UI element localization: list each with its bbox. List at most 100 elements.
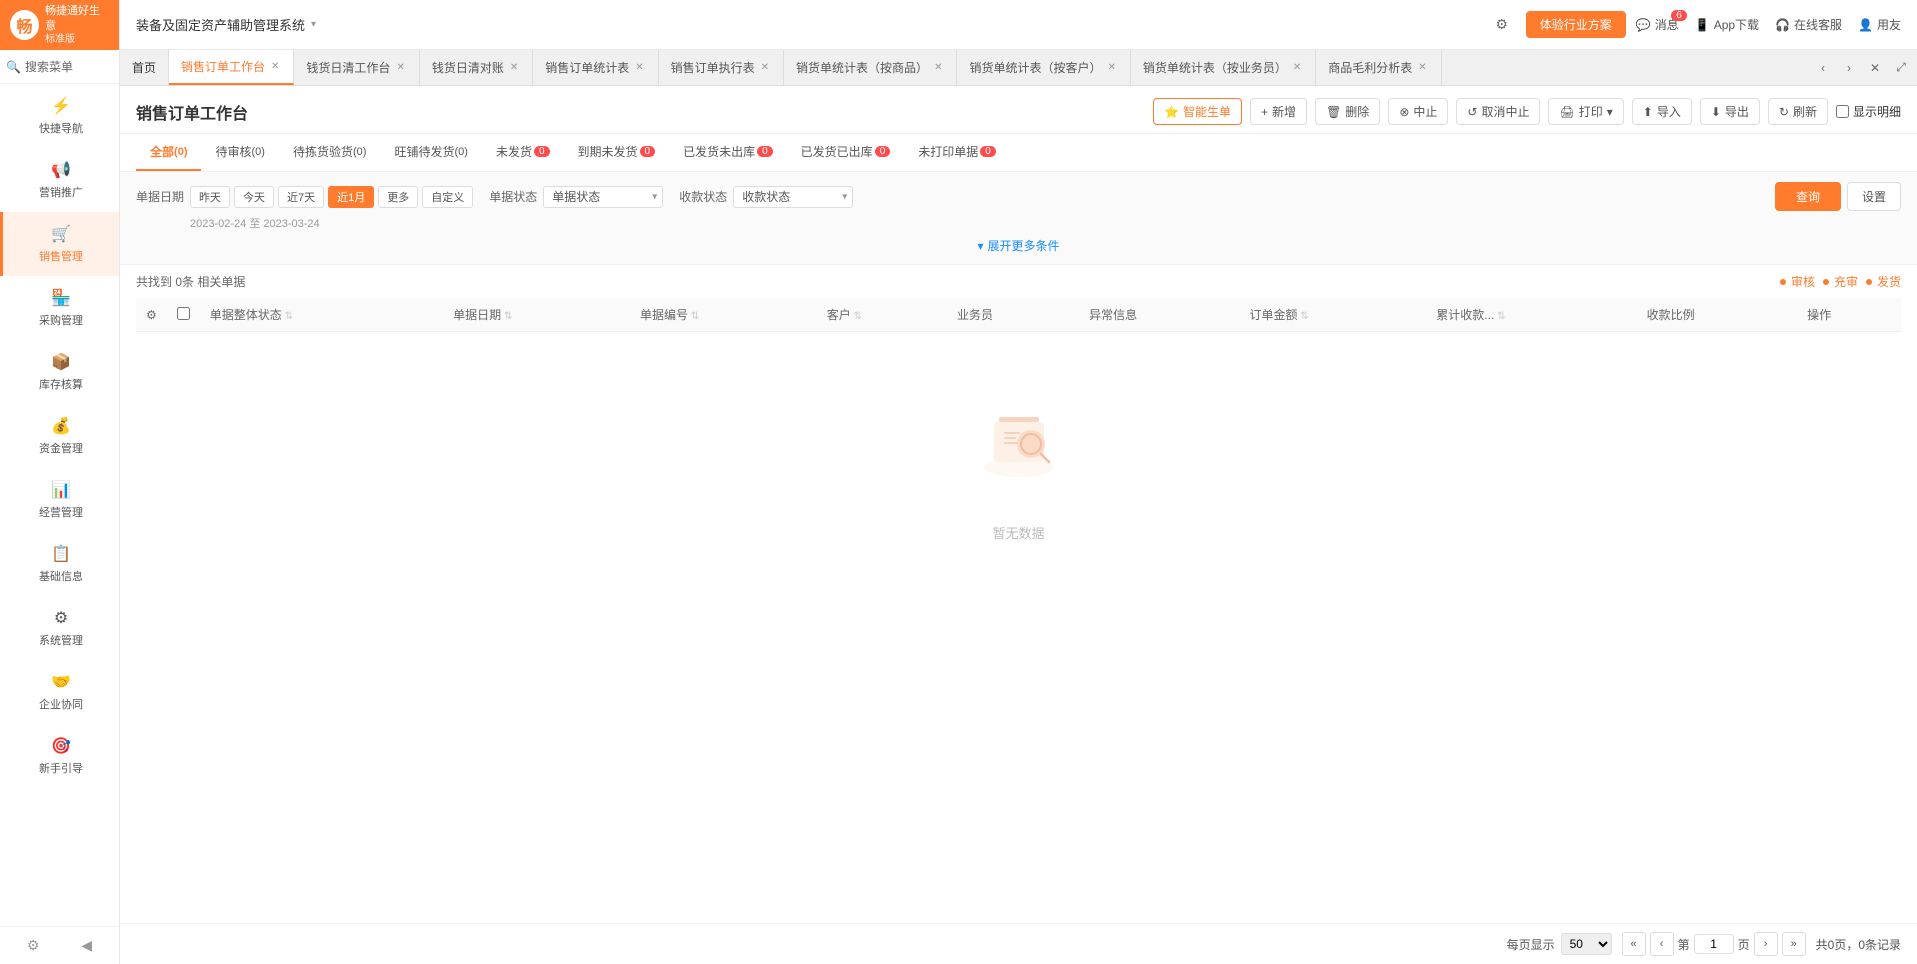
message-item[interactable]: 💬 消息 6 — [1636, 16, 1679, 33]
print-arrow-icon: ▾ — [1607, 105, 1613, 119]
tab-close-cash-reconcile[interactable]: ✕ — [508, 61, 520, 74]
th-status[interactable]: 单据整体状态 — [200, 298, 443, 332]
show-detail-label[interactable]: 显示明细 — [1836, 103, 1901, 120]
tab-sales-summary-staff[interactable]: 销货单统计表（按业务员） ✕ — [1131, 50, 1316, 85]
first-page-btn[interactable]: « — [1622, 932, 1646, 956]
export-button[interactable]: ⬇ 导出 — [1700, 98, 1760, 125]
th-customer[interactable]: 客户 — [817, 298, 947, 332]
th-amount[interactable]: 订单金额 — [1240, 298, 1427, 332]
ship-button[interactable]: 发货 — [1866, 273, 1901, 290]
tab-close-sales-staff[interactable]: ✕ — [1291, 61, 1303, 74]
tab-scroll-prev[interactable]: ‹ — [1811, 56, 1835, 80]
date-yesterday[interactable]: 昨天 — [190, 186, 230, 208]
tab-close-cash-clear[interactable]: ✕ — [394, 61, 406, 74]
subtab-not-printed[interactable]: 未打印单据 0 — [904, 134, 1010, 171]
date-custom[interactable]: 自定义 — [422, 186, 473, 208]
select-all-checkbox[interactable] — [177, 307, 190, 320]
page-title: 销售订单工作台 — [136, 100, 248, 124]
tab-close-sales-customer[interactable]: ✕ — [1105, 61, 1117, 74]
tab-margin-analysis[interactable]: 商品毛利分析表 ✕ — [1316, 50, 1441, 85]
th-number[interactable]: 单据编号 — [630, 298, 817, 332]
date-more[interactable]: 更多 — [378, 186, 418, 208]
show-detail-checkbox[interactable] — [1836, 105, 1849, 118]
revoke-button[interactable]: 充审 — [1823, 273, 1858, 290]
subtab-shipped-not-in[interactable]: 已发货未出库 0 — [669, 134, 787, 171]
payment-select[interactable]: 收款状态 — [733, 186, 853, 208]
sidebar-item-sales[interactable]: 🛒 销售管理 — [0, 212, 119, 276]
subtab-shipped-out[interactable]: 已发货已出库 0 — [787, 134, 905, 171]
last-page-btn[interactable]: » — [1782, 932, 1806, 956]
tab-scroll-next[interactable]: › — [1837, 56, 1861, 80]
tab-cash-clear[interactable]: 钱货日清工作台 ✕ — [294, 50, 419, 85]
filter-setting-button[interactable]: 设置 — [1847, 182, 1901, 211]
prev-page-btn[interactable]: ‹ — [1650, 932, 1674, 956]
pagination: « ‹ 第 页 › » — [1622, 932, 1806, 956]
subtab-overdue-not-shipped[interactable]: 到期未发货 0 — [564, 134, 670, 171]
subtab-pending-review[interactable]: 待审核 (0) — [201, 134, 278, 171]
tab-maximize[interactable]: ⤢ — [1889, 56, 1913, 80]
online-support-item[interactable]: 🎧 在线客服 — [1775, 16, 1842, 33]
sidebar-item-quicknav[interactable]: ⚡ 快捷导航 — [0, 84, 119, 148]
audit-button[interactable]: 审核 — [1780, 273, 1815, 290]
sidebar-item-guide[interactable]: 🎯 新手引导 — [0, 724, 119, 788]
purchase-icon: 🏪 — [51, 288, 71, 308]
th-settings[interactable]: ⚙ — [136, 298, 167, 332]
sidebar-item-purchase[interactable]: 🏪 采购管理 — [0, 276, 119, 340]
export-icon: ⬇ — [1711, 105, 1721, 119]
next-page-btn[interactable]: › — [1754, 932, 1778, 956]
tab-close-sales-stat[interactable]: ✕ — [633, 61, 645, 74]
subtab-not-shipped[interactable]: 未发货 0 — [482, 134, 564, 171]
th-check[interactable] — [167, 298, 200, 332]
th-date[interactable]: 单据日期 — [443, 298, 630, 332]
topbar-settings-btn[interactable]: ⚙ — [1488, 11, 1516, 39]
print-button[interactable]: 🖨 打印 ▾ — [1548, 98, 1623, 125]
add-button[interactable]: + 新增 — [1250, 98, 1307, 125]
tab-home[interactable]: 首页 — [120, 50, 169, 85]
sidebar-item-operations[interactable]: 📊 经营管理 — [0, 468, 119, 532]
date-7days[interactable]: 近7天 — [278, 186, 324, 208]
solution-button[interactable]: 体验行业方案 — [1526, 11, 1626, 38]
status-select-wrapper: 单据状态 — [543, 186, 663, 208]
tab-sales-stat[interactable]: 销售订单统计表 ✕ — [533, 50, 658, 85]
date-1month[interactable]: 近1月 — [328, 186, 374, 208]
tab-sales-summary-customer[interactable]: 销货单统计表（按客户） ✕ — [957, 50, 1130, 85]
delete-button[interactable]: 🗑 删除 — [1315, 98, 1380, 125]
cancel-stop-button[interactable]: ↺ 取消中止 — [1456, 98, 1540, 125]
page-size-select[interactable]: 50 20 100 — [1561, 933, 1612, 955]
sidebar-item-finance[interactable]: 💰 资金管理 — [0, 404, 119, 468]
date-today[interactable]: 今天 — [234, 186, 274, 208]
sidebar-settings-btn[interactable]: ⚙ — [27, 937, 40, 954]
smart-create-button[interactable]: ⭐ 智能生单 — [1153, 98, 1242, 125]
subtab-all[interactable]: 全部 (0) — [136, 134, 201, 171]
tab-cash-reconcile[interactable]: 钱货日清对账 ✕ — [420, 50, 533, 85]
tab-close-sales-order[interactable]: ✕ — [269, 60, 281, 73]
import-button[interactable]: ⬆ 导入 — [1632, 98, 1692, 125]
app-download-item[interactable]: 📱 App下载 — [1695, 16, 1759, 33]
subtab-wangpu[interactable]: 旺铺待发货 (0) — [380, 134, 481, 171]
sidebar-item-marketing[interactable]: 📢 营销推广 — [0, 148, 119, 212]
subtab-pending-check[interactable]: 待拣货验货 (0) — [279, 134, 380, 171]
query-button[interactable]: 查询 — [1775, 182, 1841, 211]
page-input[interactable] — [1694, 934, 1734, 954]
sidebar-collapse-btn[interactable]: ◀ — [81, 937, 92, 954]
sidebar-item-system[interactable]: ⚙ 系统管理 — [0, 596, 119, 660]
logo[interactable]: 畅 畅捷通好生意 标准版 — [0, 0, 119, 50]
search-menu[interactable]: 🔍 搜索菜单 — [0, 50, 119, 84]
refresh-button[interactable]: ↻ 刷新 — [1768, 98, 1828, 125]
status-select[interactable]: 单据状态 — [543, 186, 663, 208]
user-item[interactable]: 👤 用友 — [1858, 16, 1901, 33]
sidebar-item-cooperation[interactable]: 🤝 企业协同 — [0, 660, 119, 724]
expand-filter-button[interactable]: ▾ 展开更多条件 — [977, 237, 1059, 254]
tab-sales-exec[interactable]: 销售订单执行表 ✕ — [659, 50, 784, 85]
tab-close-margin[interactable]: ✕ — [1416, 61, 1428, 74]
tab-sales-order[interactable]: 销售订单工作台 ✕ — [169, 50, 294, 85]
sidebar-item-basic[interactable]: 📋 基础信息 — [0, 532, 119, 596]
phone-icon: 📱 — [1695, 18, 1710, 32]
tab-sales-summary-product[interactable]: 销货单统计表（按商品） ✕ — [784, 50, 957, 85]
sidebar-item-inventory[interactable]: 📦 库存核算 — [0, 340, 119, 404]
tab-close-all[interactable]: ✕ — [1863, 56, 1887, 80]
stop-button[interactable]: ⊗ 中止 — [1388, 98, 1448, 125]
tab-close-sales-product[interactable]: ✕ — [932, 61, 944, 74]
tab-close-sales-exec[interactable]: ✕ — [759, 61, 771, 74]
th-collected[interactable]: 累计收款... — [1426, 298, 1636, 332]
